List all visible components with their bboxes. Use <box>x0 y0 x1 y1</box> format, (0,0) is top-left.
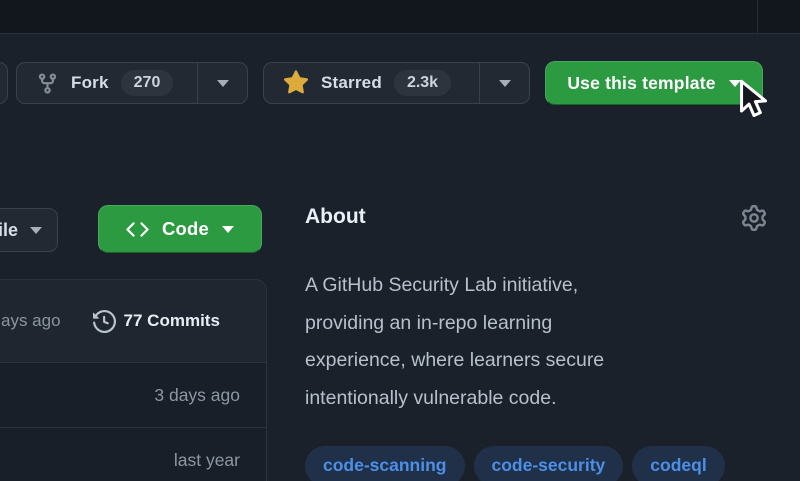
fork-count-badge: 270 <box>121 70 174 96</box>
star-button-group: Starred 2.3k <box>263 62 530 104</box>
chevron-down-icon <box>499 80 511 87</box>
about-section: About A GitHub Security Lab initiative, … <box>305 205 767 417</box>
fork-dropdown-button[interactable] <box>197 63 247 103</box>
chevron-down-icon <box>30 227 42 234</box>
file-age-label: last year <box>174 450 240 471</box>
code-icon <box>126 218 149 241</box>
gear-icon[interactable] <box>741 205 767 231</box>
add-file-button-partial[interactable]: file <box>0 208 58 252</box>
chevron-down-icon <box>217 80 229 87</box>
about-title: About <box>305 205 366 229</box>
topics-list: code-scanning code-security codeql <box>305 446 725 481</box>
star-count-badge: 2.3k <box>394 70 451 96</box>
topic-tag[interactable]: codeql <box>632 446 724 481</box>
commits-count-label: 77 Commits <box>124 311 220 331</box>
star-dropdown-button[interactable] <box>479 63 529 103</box>
starred-button[interactable]: Starred 2.3k <box>264 63 479 103</box>
code-label: Code <box>162 218 209 240</box>
star-icon <box>283 70 309 96</box>
file-list-box: ays ago 77 Commits 3 days ago last year <box>0 279 267 481</box>
use-this-template-button[interactable]: Use this template <box>545 61 763 105</box>
fork-button[interactable]: Fork 270 <box>17 63 197 103</box>
fork-icon <box>36 72 59 95</box>
header-divider <box>757 0 758 34</box>
commits-history-link[interactable]: 77 Commits <box>93 310 220 333</box>
history-icon <box>93 310 116 333</box>
add-file-label: file <box>0 220 18 241</box>
use-this-template-label: Use this template <box>567 73 715 94</box>
code-button[interactable]: Code <box>98 205 262 253</box>
watch-button-partial[interactable] <box>0 62 8 104</box>
description-line: intentionally vulnerable code. <box>305 380 767 418</box>
repo-page: Fork 270 Starred 2.3k Use this template … <box>0 0 800 481</box>
starred-label: Starred <box>321 73 382 93</box>
description-line: experience, where learners secure <box>305 342 767 380</box>
file-row-age[interactable]: last year <box>0 428 266 481</box>
description-line: providing an in-repo learning <box>305 305 767 343</box>
fork-button-group: Fork 270 <box>16 62 248 104</box>
latest-commit-bar: ays ago 77 Commits <box>0 280 266 363</box>
chevron-down-icon <box>222 226 234 233</box>
chevron-down-icon <box>729 80 741 87</box>
file-age-label: 3 days ago <box>154 385 240 406</box>
repo-description: A GitHub Security Lab initiative, provid… <box>305 267 767 417</box>
last-commit-age-partial: ays ago <box>1 311 61 331</box>
topic-tag[interactable]: code-scanning <box>305 446 465 481</box>
fork-label: Fork <box>71 73 109 93</box>
topic-tag[interactable]: code-security <box>474 446 624 481</box>
file-row-age[interactable]: 3 days ago <box>0 363 266 428</box>
description-line: A GitHub Security Lab initiative, <box>305 267 767 305</box>
page-header-strip <box>0 0 800 34</box>
